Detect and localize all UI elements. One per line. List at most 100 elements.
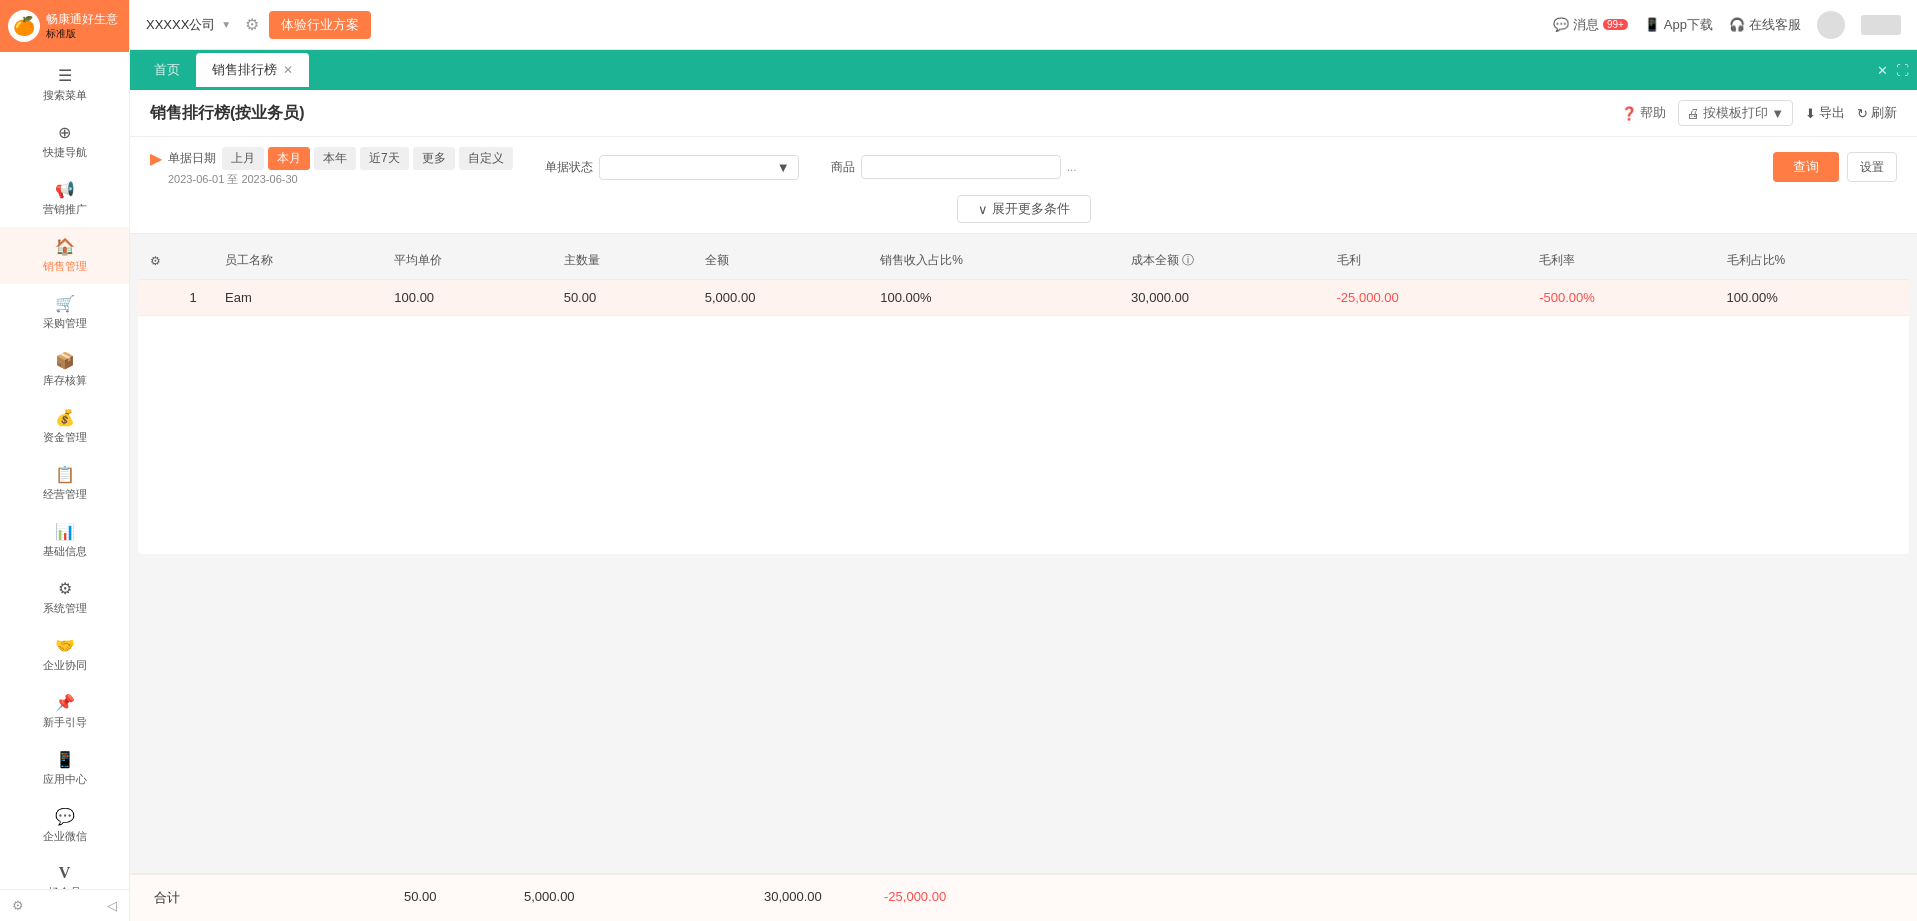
td-gross-rate: -500.00%: [1527, 280, 1714, 316]
app-download-btn[interactable]: 📱 App下载: [1644, 16, 1713, 34]
sidebar-item-system[interactable]: ⚙ 系统管理: [0, 569, 129, 626]
td-settings: [138, 280, 173, 316]
trial-button[interactable]: 体验行业方案: [269, 11, 371, 39]
th-gross-pct: 毛利占比%: [1715, 242, 1909, 280]
sidebar-item-guide-label: 新手引导: [43, 715, 87, 730]
query-button[interactable]: 查询: [1773, 152, 1839, 182]
td-employee-name: Eam: [213, 280, 382, 316]
content-spacer: [130, 562, 1917, 874]
export-label: 导出: [1819, 104, 1845, 122]
help-icon: ❓: [1621, 106, 1637, 121]
sidebar-item-enterprise[interactable]: 🤝 企业协同: [0, 626, 129, 683]
goods-more-link[interactable]: ...: [1067, 160, 1077, 174]
sidebar-item-guide[interactable]: 📌 新手引导: [0, 683, 129, 740]
footer-amount: 5,000.00: [512, 885, 632, 911]
export-btn[interactable]: ⬇ 导出: [1805, 104, 1845, 122]
sidebar-item-quicknav[interactable]: ⊕ 快捷导航: [0, 113, 129, 170]
date-btn-7days[interactable]: 近7天: [360, 147, 409, 170]
date-label: 单据日期: [168, 150, 216, 167]
sidebar-item-operations-label: 经营管理: [43, 487, 87, 502]
status-label: 单据状态: [545, 159, 593, 176]
help-label: 帮助: [1640, 104, 1666, 122]
search-menu-icon: ☰: [58, 66, 72, 85]
logo-text: 畅康通好生意: [46, 11, 118, 28]
sales-icon: 🏠: [55, 237, 75, 256]
sidebar: 🍊 畅康通好生意 标准版 ☰ 搜索菜单 ⊕ 快捷导航 📢 营销推广 🏠 销售管理…: [0, 0, 130, 921]
date-filter-top: 单据日期 上月 本月 本年 近7天 更多 自定义: [168, 147, 513, 170]
sidebar-item-purchase-label: 采购管理: [43, 316, 87, 331]
date-btn-this-year[interactable]: 本年: [314, 147, 356, 170]
sidebar-footer: ⚙ ◁: [0, 889, 129, 921]
date-btn-last-month[interactable]: 上月: [222, 147, 264, 170]
date-btn-this-month[interactable]: 本月: [268, 147, 310, 170]
template-print-label: 按模板打印: [1703, 104, 1768, 122]
expand-button[interactable]: ∨ 展开更多条件: [957, 195, 1091, 223]
expand-label: 展开更多条件: [992, 200, 1070, 218]
td-avg-price: 100.00: [382, 280, 551, 316]
collapse-filter-icon[interactable]: ▶: [150, 149, 162, 168]
sidebar-item-finance[interactable]: 💰 资金管理: [0, 398, 129, 455]
status-filter: 单据状态 ▼: [545, 155, 799, 180]
sidebar-item-operations[interactable]: 📋 经营管理: [0, 455, 129, 512]
sidebar-item-inventory[interactable]: 📦 库存核算: [0, 341, 129, 398]
th-gross-rate: 毛利率: [1527, 242, 1714, 280]
settings-button[interactable]: 设置: [1847, 152, 1897, 182]
collapse-icon[interactable]: ◁: [107, 898, 117, 913]
tab-home[interactable]: 首页: [138, 53, 196, 87]
sidebar-item-marketing[interactable]: 📢 营销推广: [0, 170, 129, 227]
sidebar-item-weixin-label: 企业微信: [43, 829, 87, 844]
settings-icon[interactable]: ⚙: [12, 898, 24, 913]
company-selector[interactable]: XXXXX公司 ▼: [146, 16, 231, 34]
purchase-icon: 🛒: [55, 294, 75, 313]
app-download-label: App下载: [1664, 16, 1713, 34]
date-buttons: 上月 本月 本年 近7天 更多 自定义: [222, 147, 513, 170]
window-maximize-icon[interactable]: ⛶: [1896, 63, 1909, 78]
status-select[interactable]: ▼: [599, 155, 799, 180]
sidebar-logo: 🍊 畅康通好生意 标准版: [0, 0, 129, 52]
headset-icon: 🎧: [1729, 17, 1745, 32]
td-qty: 50.00: [552, 280, 693, 316]
help-btn[interactable]: ❓ 帮助: [1621, 104, 1666, 122]
message-btn[interactable]: 💬 消息 99+: [1553, 16, 1628, 34]
footer-gross: -25,000.00: [872, 885, 958, 911]
basicinfo-icon: 📊: [55, 522, 75, 541]
expand-row: ∨ 展开更多条件: [150, 195, 1897, 223]
refresh-btn[interactable]: ↻ 刷新: [1857, 104, 1897, 122]
inventory-icon: 📦: [55, 351, 75, 370]
refresh-icon: ↻: [1857, 106, 1868, 121]
date-btn-custom[interactable]: 自定义: [459, 147, 513, 170]
message-icon: 💬: [1553, 17, 1569, 32]
footer-spacer: [632, 885, 752, 911]
sidebar-item-purchase[interactable]: 🛒 采购管理: [0, 284, 129, 341]
sidebar-item-finance-label: 资金管理: [43, 430, 87, 445]
sidebar-item-basicinfo-label: 基础信息: [43, 544, 87, 559]
status-chevron-icon: ▼: [777, 160, 790, 175]
th-avg-price: 平均单价: [382, 242, 551, 280]
filter-area: ▶ 单据日期 上月 本月 本年 近7天 更多 自定义: [130, 137, 1917, 234]
app-download-icon: 📱: [1644, 17, 1660, 32]
content-area: 销售排行榜(按业务员) ❓ 帮助 🖨 按模板打印 ▼ ⬇ 导出 ↻ 刷新: [130, 90, 1917, 921]
online-service-btn[interactable]: 🎧 在线客服: [1729, 16, 1801, 34]
goods-input[interactable]: [861, 155, 1061, 179]
page-header: 销售排行榜(按业务员) ❓ 帮助 🖨 按模板打印 ▼ ⬇ 导出 ↻ 刷新: [130, 90, 1917, 137]
date-range: 2023-06-01 至 2023-06-30: [168, 172, 513, 187]
tab-sales-ranking-label: 销售排行榜: [212, 61, 277, 79]
date-btn-more[interactable]: 更多: [413, 147, 455, 170]
settings-gear-icon[interactable]: ⚙: [245, 15, 259, 34]
sidebar-item-appcenter[interactable]: 📱 应用中心: [0, 740, 129, 797]
tab-sales-ranking[interactable]: 销售排行榜 ✕: [196, 53, 309, 87]
sidebar-item-member[interactable]: V 畅会员: [0, 854, 129, 889]
sidebar-item-enterprise-label: 企业协同: [43, 658, 87, 673]
avatar[interactable]: [1817, 11, 1845, 39]
th-amount: 全额: [693, 242, 868, 280]
window-close-icon[interactable]: ✕: [1877, 63, 1888, 78]
th-settings[interactable]: ⚙: [138, 242, 173, 280]
template-print-btn[interactable]: 🖨 按模板打印 ▼: [1678, 100, 1793, 126]
sidebar-item-basicinfo[interactable]: 📊 基础信息: [0, 512, 129, 569]
tab-close-icon[interactable]: ✕: [283, 63, 293, 77]
sidebar-item-search[interactable]: ☰ 搜索菜单: [0, 56, 129, 113]
sidebar-item-weixin[interactable]: 💬 企业微信: [0, 797, 129, 854]
td-gross-pct: 100.00%: [1715, 280, 1909, 316]
tab-bar: 首页 销售排行榜 ✕ ✕ ⛶: [130, 50, 1917, 90]
sidebar-item-sales[interactable]: 🏠 销售管理: [0, 227, 129, 284]
